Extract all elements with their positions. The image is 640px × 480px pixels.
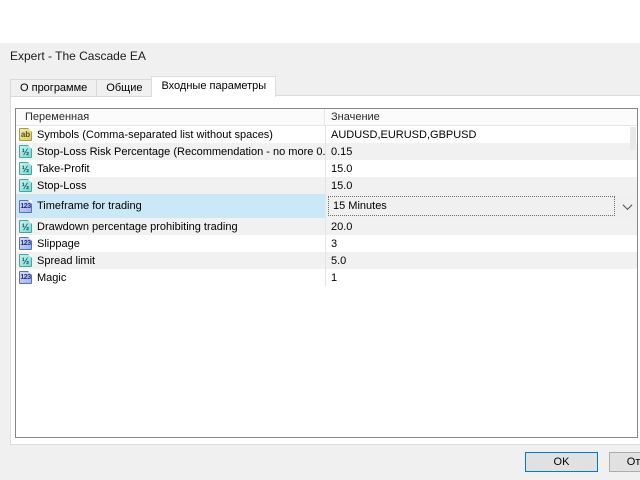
chevron-down-icon[interactable] xyxy=(617,194,637,218)
double-type-icon: ½ xyxy=(19,220,32,233)
table-row[interactable]: ½ Drawdown percentage prohibiting tradin… xyxy=(16,218,637,235)
parameter-value: 5.0 xyxy=(331,254,347,267)
parameter-value: 0.15 xyxy=(331,145,353,158)
inputs-tab-panel: Переменная Значение ab Symbols (Comma-se… xyxy=(10,95,640,445)
table-header: Переменная Значение xyxy=(16,109,637,126)
parameter-name: Drawdown percentage prohibiting trading xyxy=(37,220,238,233)
vertical-scrollbar-thumb[interactable] xyxy=(630,127,636,150)
parameter-name: Stop-Loss Risk Percentage (Recommendatio… xyxy=(37,145,325,158)
ok-button[interactable]: OK xyxy=(525,452,598,472)
table-row[interactable]: 123 Slippage 3 xyxy=(16,235,637,252)
parameter-value: 15.0 xyxy=(331,179,353,192)
timeframe-combobox[interactable]: 15 Minutes xyxy=(326,194,637,218)
dialog-title: Expert - The Cascade EA xyxy=(10,49,146,63)
cancel-button[interactable]: Отмена xyxy=(609,452,640,472)
parameter-name: Stop-Loss xyxy=(37,179,87,192)
table-row[interactable]: ½ Spread limit 5.0 xyxy=(16,252,637,269)
parameter-name: Spread limit xyxy=(37,254,96,267)
integer-type-icon: 123 xyxy=(19,237,32,250)
parameter-value: 15.0 xyxy=(331,162,353,175)
table-row[interactable]: ab Symbols (Comma-separated list without… xyxy=(16,126,637,143)
parameter-name: Take-Profit xyxy=(37,162,90,175)
double-type-icon: ½ xyxy=(19,254,32,267)
parameter-name: Magic xyxy=(37,271,67,284)
tab-bar: О программе Общие Входные параметры xyxy=(10,76,277,97)
parameter-value: 3 xyxy=(331,237,338,250)
table-row[interactable]: 123 Timeframe for trading 15 Minutes xyxy=(16,194,637,218)
parameter-value: AUDUSD,EURUSD,GBPUSD xyxy=(331,128,477,141)
double-type-icon: ½ xyxy=(19,162,32,175)
table-row[interactable]: ½ Take-Profit 15.0 xyxy=(16,160,637,177)
double-type-icon: ½ xyxy=(19,179,32,192)
integer-type-icon: 123 xyxy=(19,271,32,284)
column-header-variable: Переменная xyxy=(16,109,325,125)
tab-about[interactable]: О программе xyxy=(10,79,98,97)
table-row[interactable]: 123 Magic 1 xyxy=(16,269,637,286)
tab-inputs[interactable]: Входные параметры xyxy=(151,76,277,97)
parameter-value: 20.0 xyxy=(331,220,353,233)
double-type-icon: ½ xyxy=(19,145,32,158)
parameter-name: Symbols (Comma-separated list without sp… xyxy=(37,128,273,141)
expert-properties-dialog: Expert - The Cascade EA О программе Общи… xyxy=(0,43,640,480)
column-header-value: Значение xyxy=(331,111,380,123)
parameter-name: Timeframe for trading xyxy=(37,200,142,212)
parameter-name: Slippage xyxy=(37,237,80,250)
parameter-value: 1 xyxy=(331,271,338,284)
tab-common[interactable]: Общие xyxy=(96,79,153,97)
combobox-selected-value: 15 Minutes xyxy=(333,200,387,212)
table-row[interactable]: ½ Stop-Loss 15.0 xyxy=(16,177,637,194)
table-body: ab Symbols (Comma-separated list without… xyxy=(16,126,637,286)
parameters-table: Переменная Значение ab Symbols (Comma-se… xyxy=(15,108,638,438)
integer-type-icon: 123 xyxy=(19,199,32,213)
string-type-icon: ab xyxy=(19,128,32,141)
table-row[interactable]: ½ Stop-Loss Risk Percentage (Recommendat… xyxy=(16,143,637,160)
